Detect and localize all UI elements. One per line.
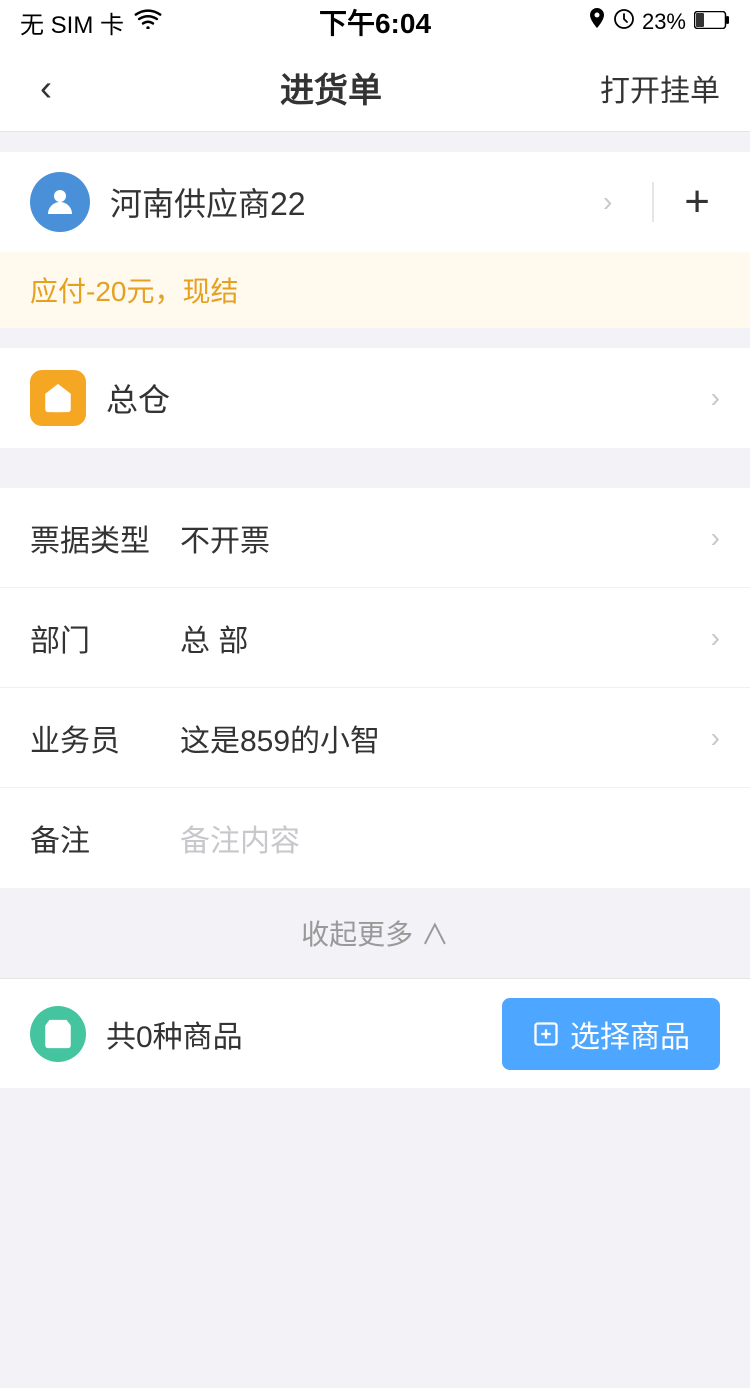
collapse-label: 收起更多 ∧ <box>301 913 449 953</box>
supplier-row[interactable]: 河南供应商22 › + <box>0 152 750 252</box>
remark-label: 备注 <box>30 816 170 860</box>
person-icon <box>42 184 78 220</box>
warehouse-icon-bg <box>30 370 86 426</box>
status-bar-right: 23% <box>588 8 730 36</box>
status-bar-left: 无 SIM 卡 <box>20 5 162 40</box>
select-product-label: 选择商品 <box>570 1012 690 1056</box>
salesperson-chevron-icon: › <box>711 722 720 754</box>
top-divider <box>0 132 750 152</box>
battery-text: 23% <box>642 9 686 35</box>
warehouse-section: 总仓 › <box>0 348 750 448</box>
salesperson-row[interactable]: 业务员 这是859的小智 › <box>0 688 750 788</box>
invoice-chevron-icon: › <box>711 522 720 554</box>
page-fill <box>0 1088 750 1388</box>
select-product-button[interactable]: 选择商品 <box>502 998 720 1070</box>
remark-input[interactable]: 备注内容 <box>170 816 720 860</box>
clock-icon <box>614 9 634 35</box>
product-count: 共0种商品 <box>106 1012 502 1056</box>
section-divider-1 <box>0 328 750 348</box>
warehouse-icon <box>41 381 75 415</box>
department-label: 部门 <box>30 616 170 660</box>
supplier-section: 河南供应商22 › + 应付-20元，现结 <box>0 152 750 328</box>
open-pending-button[interactable]: 打开挂单 <box>600 66 720 110</box>
nav-bar: ‹ 进货单 打开挂单 <box>0 44 750 132</box>
remark-row[interactable]: 备注 备注内容 <box>0 788 750 888</box>
notice-text: 应付-20元，现结 <box>30 276 238 307</box>
location-icon <box>588 8 606 36</box>
salesperson-value: 这是859的小智 <box>170 716 711 760</box>
carrier-text: 无 SIM 卡 <box>20 5 124 40</box>
warehouse-row[interactable]: 总仓 › <box>0 348 750 448</box>
department-chevron-icon: › <box>711 622 720 654</box>
supplier-name: 河南供应商22 <box>110 179 603 225</box>
page-title: 进货单 <box>280 63 382 112</box>
supplier-avatar <box>30 172 90 232</box>
invoice-type-row[interactable]: 票据类型 不开票 › <box>0 488 750 588</box>
add-supplier-button[interactable]: + <box>674 177 720 227</box>
select-product-icon <box>532 1020 560 1048</box>
bottom-bar: 共0种商品 选择商品 <box>0 978 750 1088</box>
warehouse-name: 总仓 <box>106 375 711 421</box>
back-button[interactable]: ‹ <box>30 57 62 119</box>
collapse-button[interactable]: 收起更多 ∧ <box>0 888 750 978</box>
shopping-bag-icon <box>41 1017 75 1051</box>
status-bar-time: 下午6:04 <box>319 2 431 42</box>
warehouse-chevron-icon: › <box>711 382 720 414</box>
department-value: 总 部 <box>170 616 711 660</box>
notice-banner: 应付-20元，现结 <box>0 252 750 328</box>
invoice-value: 不开票 <box>170 516 711 560</box>
wifi-icon <box>134 8 162 36</box>
product-icon-bg <box>30 1006 86 1062</box>
salesperson-label: 业务员 <box>30 716 170 760</box>
section-divider-2 <box>0 448 750 468</box>
invoice-label: 票据类型 <box>30 516 170 560</box>
form-section: 票据类型 不开票 › 部门 总 部 › 业务员 这是859的小智 › 备注 备注… <box>0 488 750 888</box>
supplier-chevron-icon: › <box>603 186 612 218</box>
department-row[interactable]: 部门 总 部 › <box>0 588 750 688</box>
supplier-divider <box>652 182 654 222</box>
battery-icon <box>694 9 730 35</box>
status-bar: 无 SIM 卡 下午6:04 23% <box>0 0 750 44</box>
